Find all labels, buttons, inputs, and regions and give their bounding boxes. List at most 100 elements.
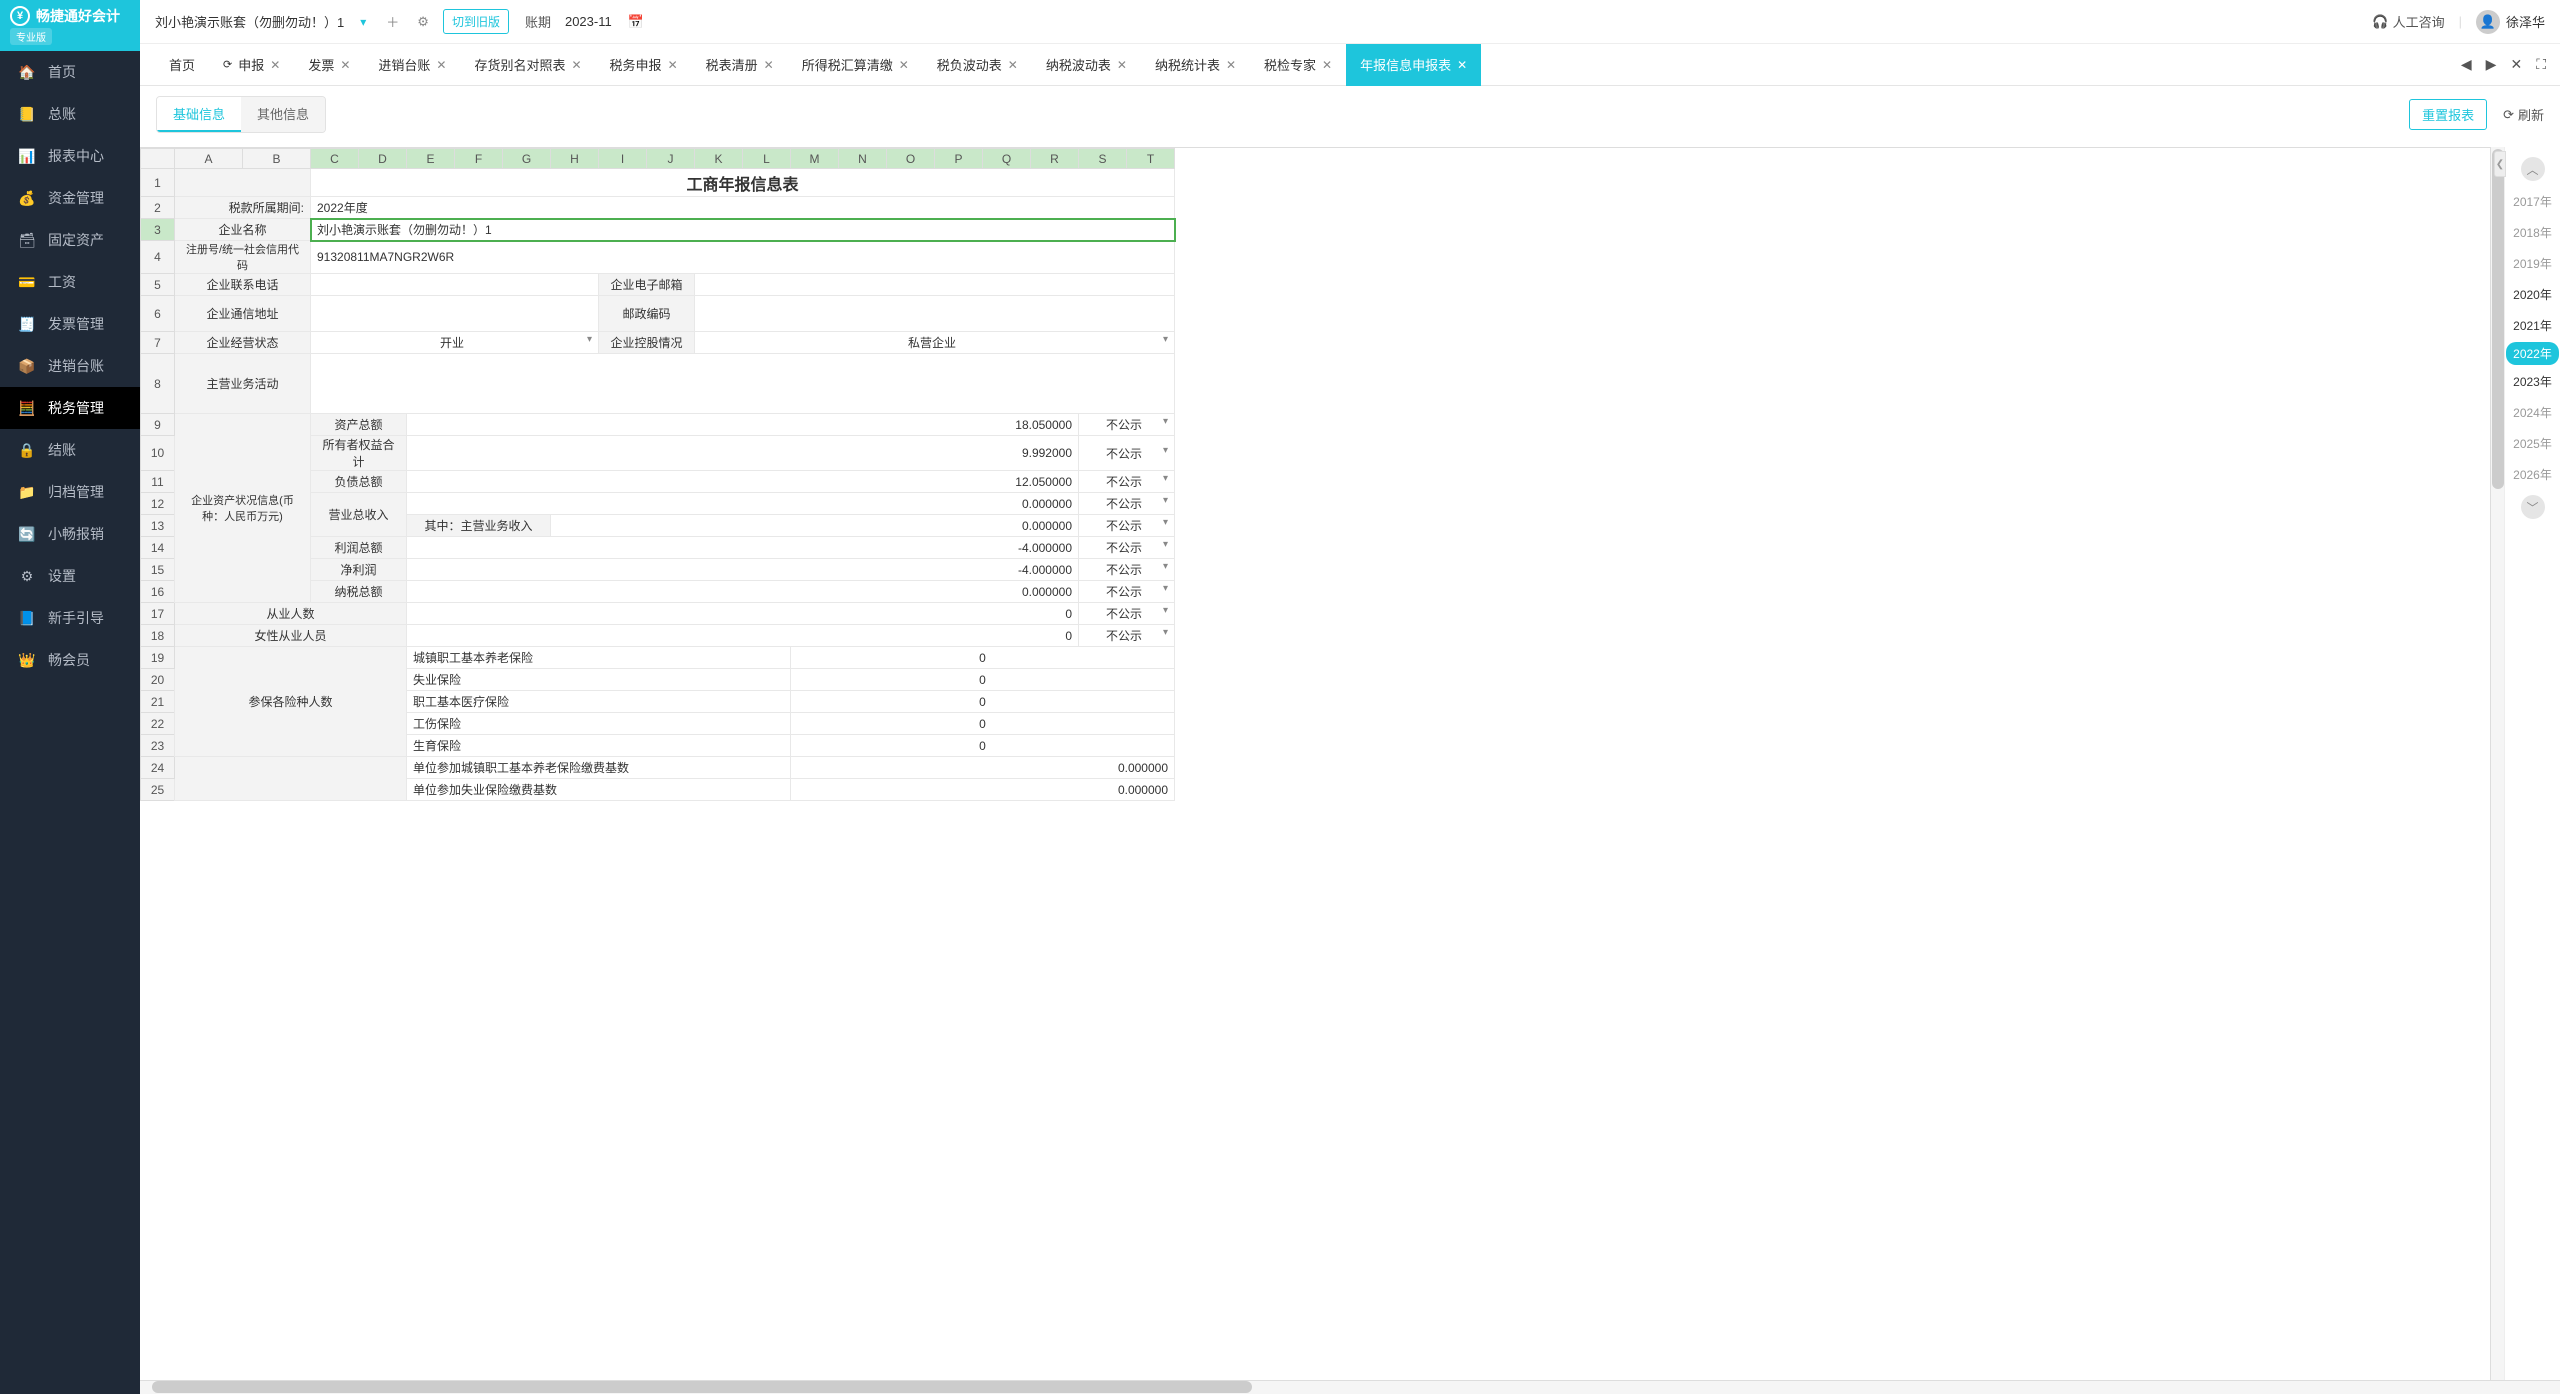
close-icon[interactable]: ✕ (1117, 58, 1127, 72)
row-header-6[interactable]: 6 (141, 296, 175, 332)
sidebar-item-report[interactable]: 📊报表中心 (0, 135, 140, 177)
email-value-cell[interactable] (695, 274, 1175, 296)
year-down-icon[interactable]: ﹀ (2521, 495, 2545, 519)
phone-value-cell[interactable] (311, 274, 599, 296)
fin-value-cell[interactable]: 0.000000 (407, 581, 1079, 603)
tab-11[interactable]: 税检专家✕ (1250, 44, 1346, 86)
col-header-O[interactable]: O (887, 149, 935, 169)
row-header-20[interactable]: 20 (141, 669, 175, 691)
zip-value-cell[interactable] (695, 296, 1175, 332)
vertical-scrollbar[interactable] (2490, 147, 2504, 1380)
sidebar-item-invoice[interactable]: 🧾发票管理 (0, 303, 140, 345)
col-header-M[interactable]: M (791, 149, 839, 169)
year-2021年[interactable]: 2021年 (2509, 311, 2556, 340)
sidebar-item-fund[interactable]: 💰资金管理 (0, 177, 140, 219)
fin-value-cell[interactable]: 0.000000 (407, 493, 1079, 515)
company-value-cell[interactable]: 刘小艳演示账套（勿删勿动！）1 (311, 219, 1175, 241)
chevron-down-icon[interactable]: ▾ (1163, 445, 1168, 456)
fin-pub-cell[interactable]: 不公示▾ (1079, 471, 1175, 493)
row-header-23[interactable]: 23 (141, 735, 175, 757)
col-header-B[interactable]: B (243, 149, 311, 169)
row-header-22[interactable]: 22 (141, 713, 175, 735)
insure-value-cell[interactable]: 0 (791, 713, 1175, 735)
insure-value-cell[interactable]: 0 (791, 691, 1175, 713)
col-header-R[interactable]: R (1031, 149, 1079, 169)
fin-value-cell[interactable]: 12.050000 (407, 471, 1079, 493)
tab-next-icon[interactable]: ▶ (2482, 56, 2501, 73)
tab-2[interactable]: 发票✕ (294, 44, 364, 86)
sidebar-item-vip[interactable]: 👑畅会员 (0, 639, 140, 681)
user-menu[interactable]: 👤 徐泽华 (2476, 10, 2545, 34)
fin-pub-cell[interactable]: 不公示▾ (1079, 414, 1175, 436)
close-icon[interactable]: ✕ (436, 58, 446, 72)
col-header-H[interactable]: H (551, 149, 599, 169)
year-2023年[interactable]: 2023年 (2509, 367, 2556, 396)
period-value[interactable]: 2023-11 (565, 14, 612, 29)
row-header-15[interactable]: 15 (141, 559, 175, 581)
fin-value-cell[interactable]: -4.000000 (407, 559, 1079, 581)
row-header-2[interactable]: 2 (141, 197, 175, 219)
account-selector[interactable]: 刘小艳演示账套（勿删勿动！）1 (155, 12, 344, 31)
col-header-I[interactable]: I (599, 149, 647, 169)
fin-pub-cell[interactable]: 不公示▾ (1079, 537, 1175, 559)
col-header-G[interactable]: G (503, 149, 551, 169)
row-header-12[interactable]: 12 (141, 493, 175, 515)
tab-3[interactable]: 进销台账✕ (364, 44, 460, 86)
scroll-thumb[interactable] (2492, 149, 2504, 489)
chevron-down-icon[interactable]: ▾ (1163, 334, 1168, 345)
col-header-N[interactable]: N (839, 149, 887, 169)
switch-old-button[interactable]: 切到旧版 (443, 9, 509, 34)
reset-report-button[interactable]: 重置报表 (2409, 99, 2487, 130)
gear-icon[interactable]: ⚙ (413, 14, 433, 30)
row-header-11[interactable]: 11 (141, 471, 175, 493)
close-icon[interactable]: ✕ (899, 58, 909, 72)
sidebar-item-home[interactable]: 🏠首页 (0, 51, 140, 93)
fin-value-cell[interactable]: 18.050000 (407, 414, 1079, 436)
close-icon[interactable]: ✕ (340, 58, 350, 72)
period-value-cell[interactable]: 2022年度 (311, 197, 1175, 219)
row-header-18[interactable]: 18 (141, 625, 175, 647)
chevron-down-icon[interactable]: ▾ (1163, 583, 1168, 594)
tab-7[interactable]: 所得税汇算清缴✕ (788, 44, 923, 86)
chevron-down-icon[interactable]: ▾ (1163, 561, 1168, 572)
close-icon[interactable]: ✕ (1322, 58, 1332, 72)
fin-sub-pub-cell[interactable]: 不公示▾ (1079, 515, 1175, 537)
col-header-J[interactable]: J (647, 149, 695, 169)
sidebar-item-settings[interactable]: ⚙设置 (0, 555, 140, 597)
row-header-17[interactable]: 17 (141, 603, 175, 625)
col-header-T[interactable]: T (1127, 149, 1175, 169)
fin-sub-value-cell[interactable]: 0.000000 (551, 515, 1079, 537)
chevron-down-icon[interactable]: ▾ (1163, 473, 1168, 484)
fin-pub-cell[interactable]: 不公示▾ (1079, 559, 1175, 581)
close-icon[interactable]: ✕ (270, 58, 280, 72)
tab-4[interactable]: 存货别名对照表✕ (460, 44, 595, 86)
fin-pub-cell[interactable]: 不公示▾ (1079, 493, 1175, 515)
sidebar-item-stock[interactable]: 📦进销台账 (0, 345, 140, 387)
regno-value-cell[interactable]: 91320811MA7NGR2W6R (311, 241, 1175, 274)
sidebar-item-archive[interactable]: 📁归档管理 (0, 471, 140, 513)
sidebar-item-expense[interactable]: 🔄小畅报销 (0, 513, 140, 555)
col-header-D[interactable]: D (359, 149, 407, 169)
female-value-cell[interactable]: 0 (407, 625, 1079, 647)
status-value-cell[interactable]: 开业▾ (311, 332, 599, 354)
row-header-5[interactable]: 5 (141, 274, 175, 296)
sidebar-item-ledger[interactable]: 📒总账 (0, 93, 140, 135)
row-header-24[interactable]: 24 (141, 757, 175, 779)
plus-icon[interactable]: ＋ (382, 12, 403, 31)
scroll-thumb-h[interactable] (152, 1381, 1252, 1393)
fin-pub-cell[interactable]: 不公示▾ (1079, 436, 1175, 471)
row-header-8[interactable]: 8 (141, 354, 175, 414)
tab-close-all-icon[interactable]: ✕ (2506, 56, 2526, 73)
col-header-S[interactable]: S (1079, 149, 1127, 169)
sidebar-item-guide[interactable]: 📘新手引导 (0, 597, 140, 639)
col-header-F[interactable]: F (455, 149, 503, 169)
tab-8[interactable]: 税负波动表✕ (923, 44, 1032, 86)
row-header-4[interactable]: 4 (141, 241, 175, 274)
insure-value-cell[interactable]: 0 (791, 669, 1175, 691)
employees-value-cell[interactable]: 0 (407, 603, 1079, 625)
tab-prev-icon[interactable]: ◀ (2457, 56, 2476, 73)
tab-1[interactable]: ⟳申报✕ (209, 44, 294, 86)
year-2020年[interactable]: 2020年 (2509, 280, 2556, 309)
row-header-13[interactable]: 13 (141, 515, 175, 537)
close-icon[interactable]: ✕ (668, 58, 678, 72)
